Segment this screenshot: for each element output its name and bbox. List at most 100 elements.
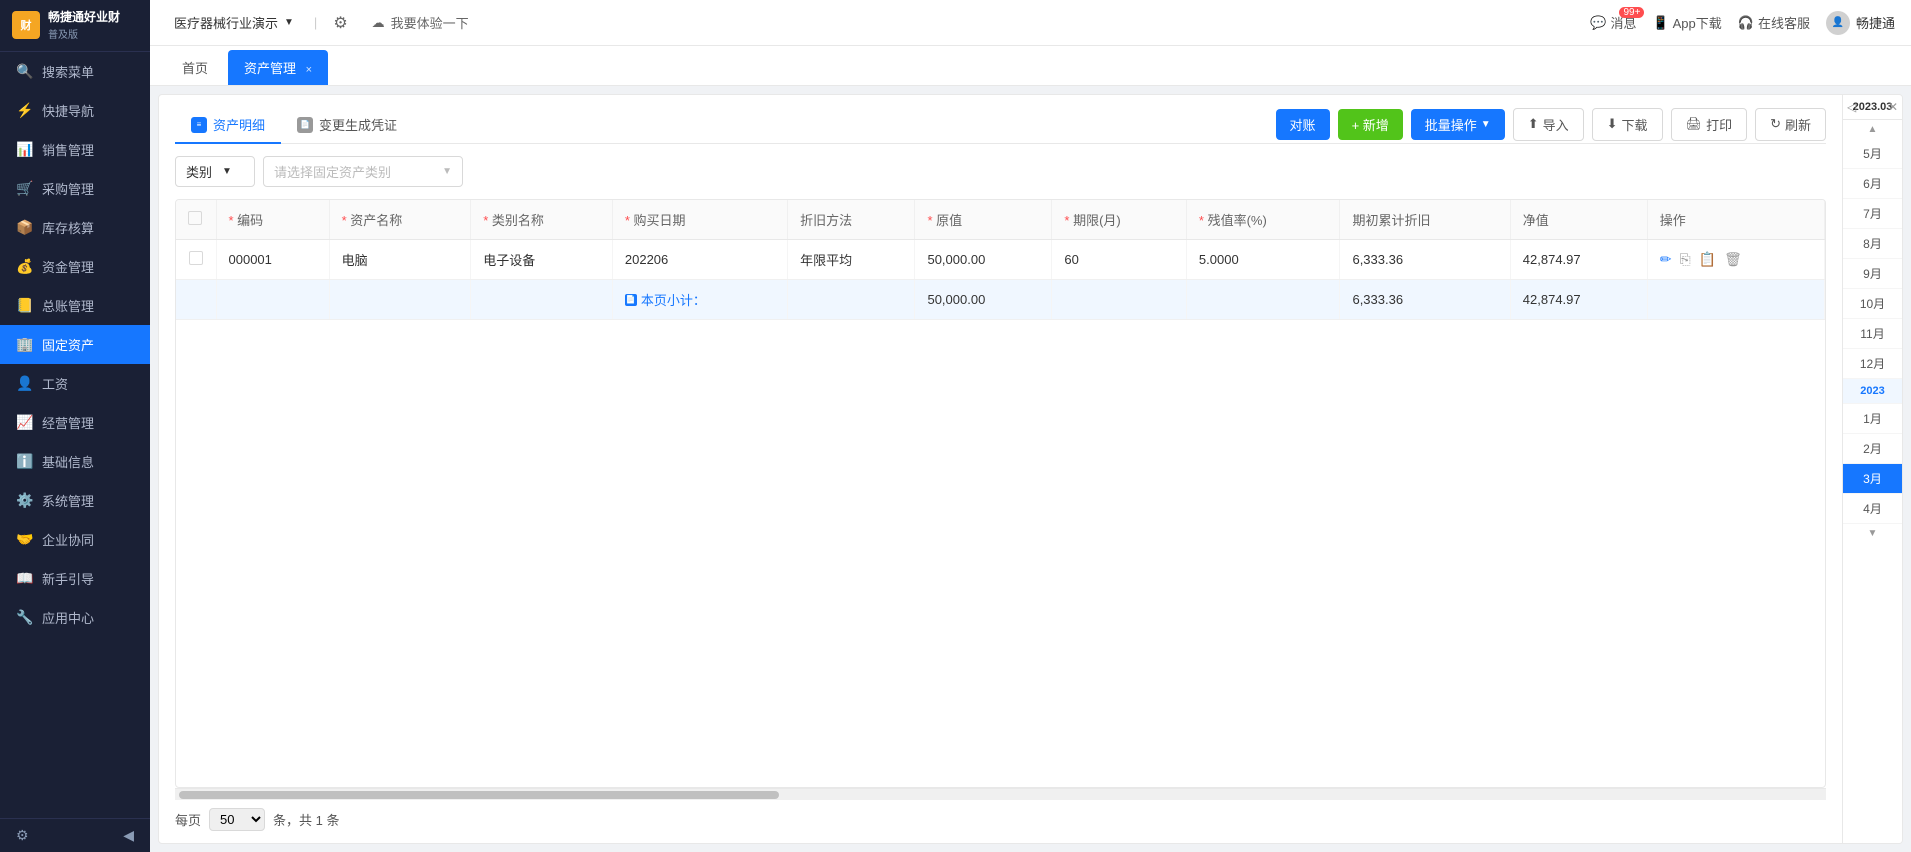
cell-name: 电脑 [329,240,471,280]
tab-asset-management[interactable]: 资产管理 × [228,50,328,85]
sidebar-item-management[interactable]: 📈 经营管理 [0,403,150,442]
sidebar-item-guide[interactable]: 📖 新手引导 [0,559,150,598]
pagination: 每页 50 10 20 100 条，共 1 条 [175,800,1826,831]
subtotal-empty-1 [176,280,216,320]
col-net-value: 净值 [1510,200,1647,240]
view-icon[interactable]: 📋 [1699,251,1716,268]
basics-icon: ℹ️ [16,453,34,470]
download-button[interactable]: ⬇ 下载 [1592,108,1663,141]
date-month-2[interactable]: 2月 [1843,434,1902,464]
refresh-button[interactable]: ↻ 刷新 [1755,108,1826,141]
date-month-12[interactable]: 12月 [1843,349,1902,379]
date-nav-up[interactable]: ▲ [1843,120,1902,139]
reconcile-button[interactable]: 对账 [1276,109,1330,140]
category-filter[interactable]: 类别 ▼ [175,156,255,187]
messages-btn[interactable]: 💬 消息 99+ [1590,13,1636,32]
per-page-select[interactable]: 50 10 20 100 [209,808,265,831]
collapse-icon[interactable]: ◀ [123,827,134,844]
close-icon[interactable]: ✕ [1888,100,1898,114]
topbar-right: 💬 消息 99+ 📱 App下载 🎧 在线客服 👤 畅捷通 [1590,11,1895,35]
app-download-btn[interactable]: 📱 App下载 [1652,13,1721,32]
date-year-2023[interactable]: 2023 [1843,379,1902,404]
subtotal-icon: 📄 [625,294,637,306]
sidebar-item-ledger[interactable]: 📒 总账管理 [0,286,150,325]
batch-ops-button[interactable]: 批量操作 ▼ [1411,109,1505,140]
app-version: 普及版 [48,26,120,41]
date-nav-down[interactable]: ▼ [1843,524,1902,543]
online-service-btn[interactable]: 🎧 在线客服 [1738,13,1810,32]
sidebar-item-funds[interactable]: 💰 资金管理 [0,247,150,286]
tabs-bar: 首页 资产管理 × [150,46,1911,86]
scroll-thumb [179,791,779,799]
date-month-4[interactable]: 4月 [1843,494,1902,524]
sidebar-item-label: 库存核算 [42,218,94,237]
tab-close-icon[interactable]: × [306,64,312,76]
experience-btn[interactable]: ☁ 我要体验一下 [364,9,477,36]
sidebar-item-basics[interactable]: ℹ️ 基础信息 [0,442,150,481]
sidebar-item-enterprise[interactable]: 🤝 企业协同 [0,520,150,559]
experience-icon: ☁ [372,15,385,31]
row-checkbox[interactable] [189,251,203,265]
sidebar-item-fixed-assets[interactable]: 🏢 固定资产 [0,325,150,364]
sidebar-item-apps[interactable]: 🔧 应用中心 [0,598,150,637]
subtotal-empty-6 [1052,280,1186,320]
cell-purchase-date: 202206 [612,240,787,280]
import-button[interactable]: ⬆ 导入 [1513,108,1584,141]
settings-icon[interactable]: ⚙ [16,827,29,844]
sidebar-item-label: 工资 [42,374,68,393]
delete-icon[interactable]: 🗑 [1724,251,1742,268]
sidebar-item-inventory[interactable]: 📦 库存核算 [0,208,150,247]
sidebar-item-payroll[interactable]: 👤 工资 [0,364,150,403]
sidebar-item-label: 总账管理 [42,296,94,315]
sub-tab-change-voucher[interactable]: 📄 变更生成凭证 [281,107,413,144]
date-month-1[interactable]: 1月 [1843,404,1902,434]
select-all-checkbox[interactable] [188,211,202,225]
user-menu[interactable]: 👤 畅捷通 [1826,11,1895,35]
edit-icon[interactable]: ✏ [1660,251,1672,268]
asset-table: 编码 资产名称 类别名称 购买日期 折旧方法 原值 期限(月) 残值率(%) 期… [175,199,1826,788]
date-month-11[interactable]: 11月 [1843,319,1902,349]
sidebar-item-search[interactable]: 🔍 搜索菜单 [0,52,150,91]
sidebar-item-quicknav[interactable]: ⚡ 快捷导航 [0,91,150,130]
sidebar-item-label: 企业协同 [42,530,94,549]
sidebar-item-system[interactable]: ⚙️ 系统管理 [0,481,150,520]
batch-ops-label: 批量操作 [1425,115,1477,134]
copy-icon[interactable]: ⎘ [1679,251,1690,268]
sub-tabs: ≡ 资产明细 📄 变更生成凭证 对账 + 新增 批量操作 ▼ [175,107,1826,144]
date-month-9[interactable]: 9月 [1843,259,1902,289]
cell-accumulated: 6,333.36 [1340,240,1510,280]
inventory-icon: 📦 [16,219,34,236]
horizontal-scrollbar[interactable] [175,788,1826,800]
date-month-7[interactable]: 7月 [1843,199,1902,229]
sub-tab-asset-detail[interactable]: ≡ 资产明细 [175,107,281,144]
col-name: 资产名称 [329,200,471,240]
expand-icon[interactable]: ◁ [1847,100,1856,114]
sidebar-item-purchase[interactable]: 🛒 采购管理 [0,169,150,208]
sidebar-item-sales[interactable]: 📊 销售管理 [0,130,150,169]
date-month-8[interactable]: 8月 [1843,229,1902,259]
service-icon: 🎧 [1738,15,1754,31]
date-month-3-active[interactable]: 3月 [1843,464,1902,494]
category-value-filter[interactable]: 请选择固定资产类别 ▼ [263,156,463,187]
online-service-label: 在线客服 [1758,13,1810,32]
date-month-6[interactable]: 6月 [1843,169,1902,199]
settings-gear-icon[interactable]: ⚙ [329,9,351,37]
print-button[interactable]: 🖨 打印 [1671,108,1748,141]
sidebar: 财 畅捷通好业财 普及版 🔍 搜索菜单 ⚡ 快捷导航 📊 销售管理 🛒 采购管理… [0,0,150,852]
date-month-10[interactable]: 10月 [1843,289,1902,319]
subtotal-empty-4 [471,280,613,320]
filter-toolbar: 类别 ▼ 请选择固定资产类别 ▼ [175,156,1826,187]
logo-icon: 财 [12,11,40,39]
cell-action: ✏ ⎘ 📋 🗑 [1647,240,1824,280]
sidebar-footer: ⚙ ◀ [0,818,150,852]
new-button[interactable]: + 新增 [1338,109,1403,140]
date-month-5[interactable]: 5月 [1843,139,1902,169]
col-category: 类别名称 [471,200,613,240]
date-year-label: 2023.03 [1853,101,1893,113]
experience-label: 我要体验一下 [391,13,469,32]
chevron-down-icon: ▼ [284,17,294,28]
company-selector[interactable]: 医疗器械行业演示 ▼ [166,9,302,36]
tab-home[interactable]: 首页 [166,50,224,85]
cell-net-value: 42,874.97 [1510,240,1647,280]
sidebar-item-label: 基础信息 [42,452,94,471]
